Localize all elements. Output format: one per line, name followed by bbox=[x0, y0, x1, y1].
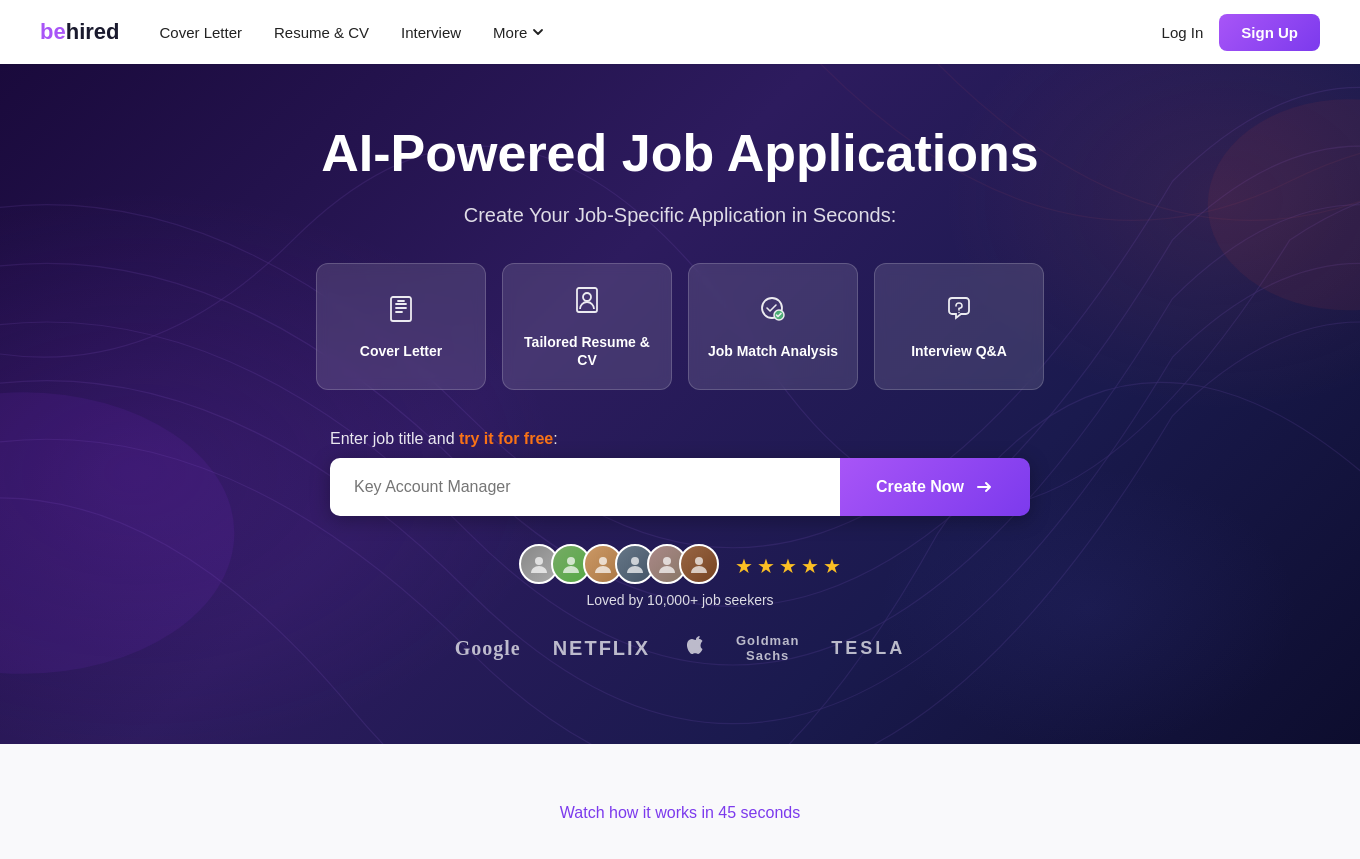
job-match-icon bbox=[757, 293, 789, 332]
navbar: behired Cover Letter Resume & CV Intervi… bbox=[0, 0, 1360, 64]
svg-point-12 bbox=[663, 557, 671, 565]
feature-card-cover-letter[interactable]: Cover Letter bbox=[316, 263, 486, 390]
feature-card-tailored-resume-label: Tailored Resume & CV bbox=[513, 333, 661, 369]
star-3: ★ bbox=[779, 554, 797, 578]
tailored-resume-icon bbox=[571, 284, 603, 323]
create-now-button[interactable]: Create Now bbox=[840, 458, 1030, 516]
google-logo: Google bbox=[455, 637, 521, 660]
nav-more-dropdown[interactable]: More bbox=[493, 24, 545, 41]
feature-card-tailored-resume[interactable]: Tailored Resume & CV bbox=[502, 263, 672, 390]
svg-point-9 bbox=[567, 557, 575, 565]
social-proof: ★ ★ ★ ★ ★ Loved by 10,000+ job seekers bbox=[250, 544, 1110, 608]
star-5: ★ bbox=[823, 554, 841, 578]
avatar-6 bbox=[679, 544, 719, 584]
watch-link[interactable]: Watch how it works in 45 seconds bbox=[560, 804, 800, 821]
login-button[interactable]: Log In bbox=[1162, 24, 1204, 41]
feature-card-cover-letter-label: Cover Letter bbox=[360, 342, 442, 360]
feature-card-interview-qa-label: Interview Q&A bbox=[911, 342, 1007, 360]
search-label-text: Enter job title and bbox=[330, 430, 459, 447]
svg-point-7 bbox=[958, 312, 960, 314]
hero-subtitle: Create Your Job-Specific Application in … bbox=[250, 204, 1110, 227]
star-2: ★ bbox=[757, 554, 775, 578]
svg-point-8 bbox=[535, 557, 543, 565]
svg-point-4 bbox=[583, 293, 591, 301]
star-4: ★ bbox=[801, 554, 819, 578]
feature-card-interview-qa[interactable]: Interview Q&A bbox=[874, 263, 1044, 390]
arrow-right-icon bbox=[974, 477, 994, 497]
below-hero: Watch how it works in 45 seconds bbox=[0, 744, 1360, 859]
create-now-label: Create Now bbox=[876, 478, 964, 496]
nav-link-interview[interactable]: Interview bbox=[401, 24, 461, 41]
feature-card-job-match[interactable]: Job Match Analysis bbox=[688, 263, 858, 390]
user-avatars bbox=[519, 544, 719, 584]
svg-point-13 bbox=[695, 557, 703, 565]
nav-link-resume-cv[interactable]: Resume & CV bbox=[274, 24, 369, 41]
apple-logo bbox=[682, 632, 704, 664]
nav-more-label: More bbox=[493, 24, 527, 41]
logo-hired: hired bbox=[66, 19, 120, 44]
company-logos: Google NETFLIX GoldmanSachs TESLA bbox=[250, 632, 1110, 664]
hero-content: AI-Powered Job Applications Create Your … bbox=[250, 124, 1110, 664]
netflix-logo: NETFLIX bbox=[553, 637, 650, 660]
job-title-input[interactable] bbox=[330, 458, 840, 516]
svg-point-11 bbox=[631, 557, 639, 565]
nav-links: Cover Letter Resume & CV Interview More bbox=[159, 24, 545, 41]
logo[interactable]: behired bbox=[40, 19, 119, 45]
nav-left: behired Cover Letter Resume & CV Intervi… bbox=[40, 19, 545, 45]
svg-point-0 bbox=[0, 392, 234, 673]
search-label: Enter job title and try it for free: bbox=[330, 430, 1030, 448]
nav-link-cover-letter[interactable]: Cover Letter bbox=[159, 24, 242, 41]
search-label-cta: try it for free bbox=[459, 430, 553, 447]
signup-button[interactable]: Sign Up bbox=[1219, 14, 1320, 51]
cover-letter-icon bbox=[385, 293, 417, 332]
star-rating: ★ ★ ★ ★ ★ bbox=[735, 554, 841, 578]
svg-point-10 bbox=[599, 557, 607, 565]
logo-be: be bbox=[40, 19, 66, 44]
star-1: ★ bbox=[735, 554, 753, 578]
tesla-logo: TESLA bbox=[831, 638, 905, 659]
feature-card-job-match-label: Job Match Analysis bbox=[708, 342, 838, 360]
goldman-sachs-logo: GoldmanSachs bbox=[736, 633, 799, 664]
search-label-colon: : bbox=[553, 430, 557, 447]
search-bar: Create Now bbox=[330, 458, 1030, 516]
feature-cards: Cover Letter Tailored Resume & CV bbox=[250, 263, 1110, 390]
hero-title: AI-Powered Job Applications bbox=[250, 124, 1110, 184]
loved-text: Loved by 10,000+ job seekers bbox=[586, 592, 773, 608]
chevron-down-icon bbox=[531, 25, 545, 39]
interview-qa-icon bbox=[943, 293, 975, 332]
hero-section: AI-Powered Job Applications Create Your … bbox=[0, 64, 1360, 744]
nav-right: Log In Sign Up bbox=[1162, 14, 1320, 51]
svg-point-1 bbox=[1208, 99, 1360, 310]
